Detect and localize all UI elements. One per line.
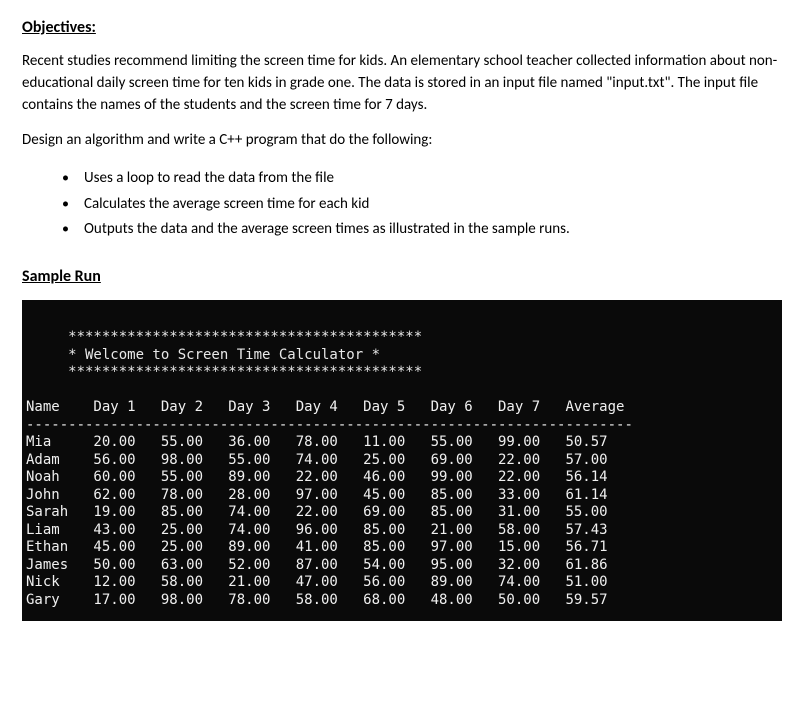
banner-border-top: ****************************************… (26, 329, 422, 345)
table-row: Mia 20.00 55.00 36.00 78.00 11.00 55.00 … (26, 434, 608, 450)
table-row: Ethan 45.00 25.00 89.00 41.00 85.00 97.0… (26, 539, 608, 555)
console-output: ****************************************… (22, 300, 782, 622)
design-paragraph: Design an algorithm and write a C++ prog… (22, 130, 781, 152)
table-row: Nick 12.00 58.00 21.00 47.00 56.00 89.00… (26, 574, 608, 590)
banner-border-bottom: ****************************************… (26, 364, 422, 380)
table-row: Gary 17.00 98.00 78.00 58.00 68.00 48.00… (26, 592, 608, 608)
table-row: Adam 56.00 98.00 55.00 74.00 25.00 69.00… (26, 452, 608, 468)
banner-title: * Welcome to Screen Time Calculator * (26, 347, 380, 363)
intro-paragraph: Recent studies recommend limiting the sc… (22, 51, 781, 116)
list-item: Outputs the data and the average screen … (62, 217, 781, 243)
table-row: Liam 43.00 25.00 74.00 96.00 85.00 21.00… (26, 522, 608, 538)
table-divider: ----------------------------------------… (26, 417, 633, 433)
list-item: Calculates the average screen time for e… (62, 192, 781, 218)
sample-run-heading: Sample Run (22, 267, 781, 286)
objectives-heading: Objectives: (22, 18, 781, 37)
table-row: John 62.00 78.00 28.00 97.00 45.00 85.00… (26, 487, 608, 503)
table-row: Sarah 19.00 85.00 74.00 22.00 69.00 85.0… (26, 504, 608, 520)
table-header: Name Day 1 Day 2 Day 3 Day 4 Day 5 Day 6… (26, 399, 624, 415)
table-row: Noah 60.00 55.00 89.00 22.00 46.00 99.00… (26, 469, 608, 485)
table-row: James 50.00 63.00 52.00 87.00 54.00 95.0… (26, 557, 608, 573)
list-item: Uses a loop to read the data from the fi… (62, 166, 781, 192)
requirements-list: Uses a loop to read the data from the fi… (62, 166, 781, 243)
